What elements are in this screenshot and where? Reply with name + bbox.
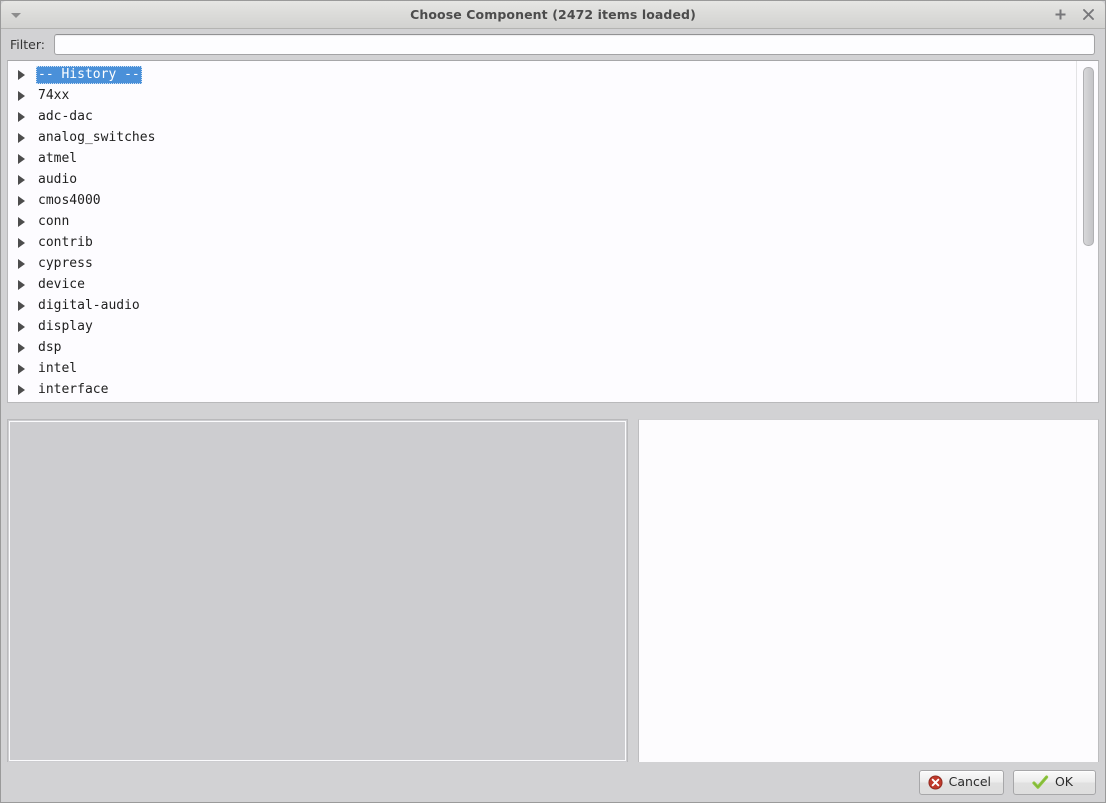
tree-item[interactable]: cmos4000 [8,190,1076,211]
tree-item-label: -- History -- [36,65,142,84]
tree-item[interactable]: 74xx [8,85,1076,106]
tree-item[interactable]: interface [8,379,1076,400]
expand-arrow-icon[interactable] [18,384,25,395]
tree-item-label: dsp [38,339,62,355]
component-tree: -- History -- 74xx adc-dac analog_switch… [7,60,1099,403]
filter-row: Filter: [1,29,1105,60]
tree-item-label: contrib [38,234,93,250]
tree-item-label: cmos4000 [38,192,101,208]
tree-item-label: conn [38,213,70,229]
tree-item-label: audio [38,171,78,187]
tree-item-label: intel [38,360,78,376]
cancel-button[interactable]: Cancel [918,769,1004,795]
tree-item-label: interface [38,381,109,397]
expand-arrow-icon[interactable] [18,90,25,101]
tree-item[interactable]: adc-dac [8,106,1076,127]
preview-panes [7,419,1099,763]
expand-arrow-icon[interactable] [18,237,25,248]
expand-arrow-icon[interactable] [18,174,25,185]
tree-item[interactable]: digital-audio [8,295,1076,316]
tree-item-label: display [38,318,93,334]
expand-arrow-icon[interactable] [18,279,25,290]
tree-item[interactable]: display [8,316,1076,337]
title-bar: Choose Component (2472 items loaded) [1,1,1105,29]
description-pane[interactable] [638,419,1099,763]
expand-arrow-icon[interactable] [18,321,25,332]
tree-item[interactable]: audio [8,169,1076,190]
tree-item-label: adc-dac [38,108,93,124]
expand-arrow-icon[interactable] [18,363,25,374]
expand-arrow-icon[interactable] [18,69,25,80]
expand-arrow-icon[interactable] [18,342,25,353]
tree-item-label: 74xx [38,87,70,103]
check-icon [1032,775,1049,789]
tree-item-label: device [38,276,85,292]
tree-item-label: atmel [38,150,78,166]
choose-component-dialog: Choose Component (2472 items loaded) Fil… [0,0,1106,803]
expand-arrow-icon[interactable] [18,300,25,311]
tree-item[interactable]: atmel [8,148,1076,169]
maximize-button[interactable] [1051,6,1069,24]
close-icon [1082,9,1094,20]
ok-button-label: OK [1054,773,1074,789]
tree-item[interactable]: contrib [8,232,1076,253]
expand-arrow-icon[interactable] [18,153,25,164]
tree-scrollbar[interactable] [1076,61,1098,402]
tree-item[interactable]: dsp [8,337,1076,358]
expand-arrow-icon[interactable] [18,132,25,143]
tree-item[interactable]: analog_switches [8,127,1076,148]
tree-item-label: digital-audio [38,297,140,313]
expand-arrow-icon[interactable] [18,216,25,227]
expand-arrow-icon[interactable] [18,258,25,269]
close-button[interactable] [1079,6,1097,24]
tree-item[interactable]: device [8,274,1076,295]
expand-arrow-icon[interactable] [18,195,25,206]
tree-item[interactable]: -- History -- [8,64,1076,85]
cancel-icon [928,774,943,790]
tree-scrollbar-thumb[interactable] [1083,67,1094,246]
window-title: Choose Component (2472 items loaded) [410,7,696,22]
window-menu-button[interactable] [9,8,23,22]
tree-item[interactable]: conn [8,211,1076,232]
component-tree-list[interactable]: -- History -- 74xx adc-dac analog_switch… [8,61,1076,402]
dialog-button-bar: Cancel OK [1,762,1105,802]
cancel-button-label: Cancel [948,773,991,789]
chevron-down-icon [11,12,21,18]
tree-item[interactable]: intel [8,358,1076,379]
window-controls [1051,1,1097,28]
filter-label: Filter: [10,37,45,52]
tree-item-label: analog_switches [38,129,156,145]
ok-button[interactable]: OK [1013,769,1096,795]
tree-item-label: cypress [38,255,93,271]
filter-input[interactable] [53,34,1095,55]
plus-icon [1055,9,1065,20]
expand-arrow-icon[interactable] [18,111,25,122]
tree-item[interactable]: cypress [8,253,1076,274]
symbol-preview-pane[interactable] [7,419,628,763]
